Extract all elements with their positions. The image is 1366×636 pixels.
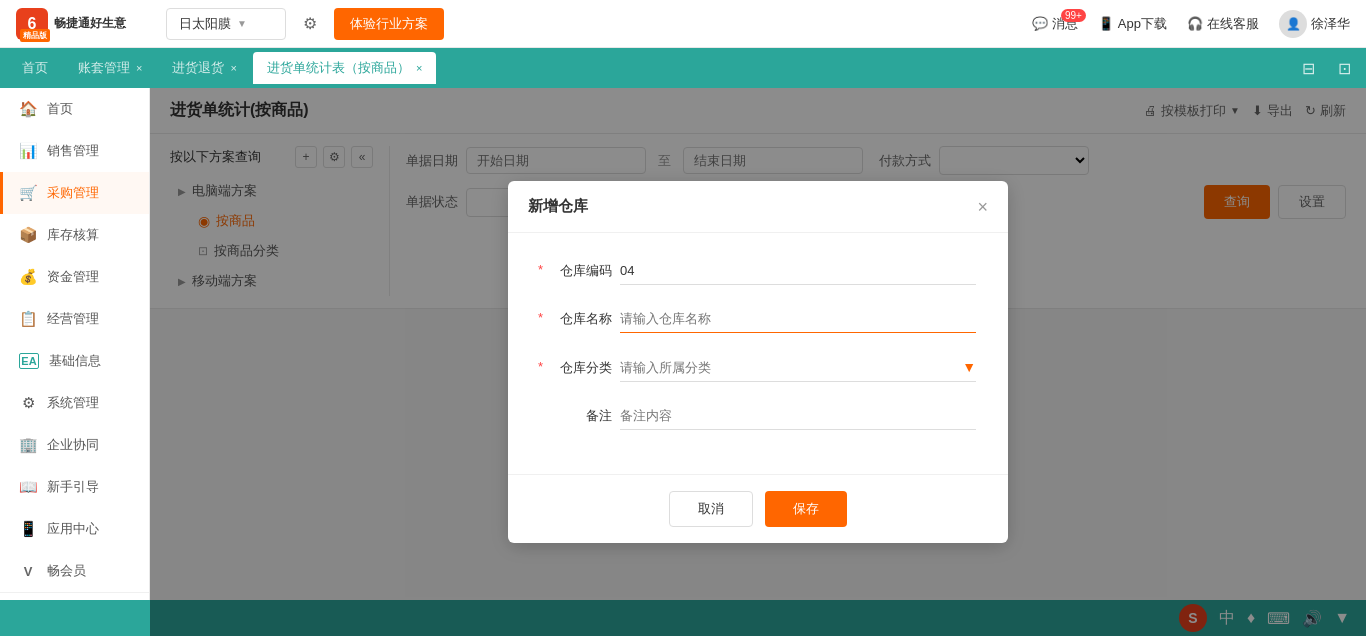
sidebar: 🏠 首页 📊 销售管理 🛒 采购管理 📦 库存核算 💰 资金管理 📋 经营管理 … [0, 88, 150, 636]
warehouse-code-input[interactable] [620, 257, 976, 285]
new-warehouse-modal: 新增仓库 × 仓库编码 仓库名称 [508, 181, 1008, 543]
modal-overlay[interactable]: 新增仓库 × 仓库编码 仓库名称 [150, 88, 1366, 636]
form-row-note: 备注 [540, 402, 976, 430]
category-dropdown-icon[interactable]: ▼ [962, 359, 976, 375]
sidebar-item-operation[interactable]: 📋 经营管理 [0, 298, 149, 340]
home-icon: 🏠 [19, 100, 37, 118]
headset-icon: 🎧 [1187, 16, 1203, 31]
warehouse-name-input[interactable] [620, 305, 976, 333]
settings-button[interactable]: ⚙ [294, 8, 326, 40]
phone-icon: 📱 [1098, 16, 1114, 31]
modal-title: 新增仓库 [528, 197, 588, 216]
purchase-icon: 🛒 [19, 184, 37, 202]
guide-icon: 📖 [19, 478, 37, 496]
category-label: 仓库分类 [540, 359, 620, 377]
logo-text: 畅捷通好生意 [54, 16, 126, 30]
tab-actions: ⊟ ⊡ [1294, 54, 1358, 82]
cancel-button[interactable]: 取消 [669, 491, 753, 527]
close-tab-purchase-stats[interactable]: × [416, 62, 422, 74]
tab-account[interactable]: 账套管理 × [64, 52, 156, 84]
code-label: 仓库编码 [540, 262, 620, 280]
user-menu[interactable]: 👤 徐泽华 [1279, 10, 1350, 38]
modal-header: 新增仓库 × [508, 181, 1008, 233]
sidebar-item-member[interactable]: V 畅会员 [0, 550, 149, 592]
tab-purchase-return[interactable]: 进货退货 × [158, 52, 250, 84]
modal-footer: 取消 保存 [508, 474, 1008, 543]
sidebar-item-basic-info[interactable]: EA 基础信息 [0, 340, 149, 382]
sidebar-item-finance[interactable]: 💰 资金管理 [0, 256, 149, 298]
logo-area: 6 精品版 畅捷通好生意 [16, 8, 166, 40]
category-select-wrapper: ▼ [620, 353, 976, 382]
content-area: 进货单统计(按商品) 🖨 按模板打印 ▼ ⬇ 导出 ↻ 刷新 [150, 88, 1366, 636]
message-badge: 99+ [1061, 9, 1086, 22]
category-input[interactable] [620, 360, 962, 375]
tab-purchase-stats[interactable]: 进货单统计表（按商品） × [253, 52, 436, 84]
note-label: 备注 [540, 407, 620, 425]
modal-body: 仓库编码 仓库名称 仓库分类 [508, 233, 1008, 474]
sidebar-item-sales[interactable]: 📊 销售管理 [0, 130, 149, 172]
online-service-button[interactable]: 🎧 在线客服 [1187, 15, 1259, 33]
finance-icon: 💰 [19, 268, 37, 286]
close-tab-account[interactable]: × [136, 62, 142, 74]
sidebar-item-home[interactable]: 🏠 首页 [0, 88, 149, 130]
store-dropdown-arrow: ▼ [237, 18, 247, 29]
form-row-category: 仓库分类 ▼ [540, 353, 976, 382]
message-button[interactable]: 💬 消息 99+ [1032, 15, 1078, 33]
enterprise-icon: 🏢 [19, 436, 37, 454]
trial-button[interactable]: 体验行业方案 [334, 8, 444, 40]
message-icon: 💬 [1032, 16, 1048, 31]
sidebar-item-inventory[interactable]: 📦 库存核算 [0, 214, 149, 256]
header-right: 💬 消息 99+ 📱 App下载 🎧 在线客服 👤 徐泽华 [1032, 10, 1350, 38]
main-layout: 🏠 首页 📊 销售管理 🛒 采购管理 📦 库存核算 💰 资金管理 📋 经营管理 … [0, 88, 1366, 636]
app-download-button[interactable]: 📱 App下载 [1098, 15, 1167, 33]
note-input[interactable] [620, 402, 976, 430]
sidebar-item-enterprise[interactable]: 🏢 企业协同 [0, 424, 149, 466]
logo-badge: 精品版 [20, 29, 50, 42]
sidebar-item-system[interactable]: ⚙ 系统管理 [0, 382, 149, 424]
operation-icon: 📋 [19, 310, 37, 328]
sales-icon: 📊 [19, 142, 37, 160]
tab-collapse-button[interactable]: ⊟ [1294, 54, 1322, 82]
save-button[interactable]: 保存 [765, 491, 847, 527]
sidebar-item-guide[interactable]: 📖 新手引导 [0, 466, 149, 508]
system-icon: ⚙ [19, 394, 37, 412]
tab-expand-button[interactable]: ⊡ [1330, 54, 1358, 82]
member-icon: V [19, 562, 37, 580]
logo-icon: 6 精品版 [16, 8, 48, 40]
tab-home[interactable]: 首页 [8, 52, 62, 84]
basic-info-icon: EA [19, 353, 39, 369]
sidebar-item-purchase[interactable]: 🛒 采购管理 [0, 172, 149, 214]
inventory-icon: 📦 [19, 226, 37, 244]
modal-close-button[interactable]: × [977, 198, 988, 216]
close-tab-purchase-return[interactable]: × [230, 62, 236, 74]
store-selector[interactable]: 日太阳膜 ▼ [166, 8, 286, 40]
form-row-code: 仓库编码 [540, 257, 976, 285]
name-label: 仓库名称 [540, 310, 620, 328]
apps-icon: 📱 [19, 520, 37, 538]
tab-bar: 首页 账套管理 × 进货退货 × 进货单统计表（按商品） × ⊟ ⊡ [0, 48, 1366, 88]
sidebar-item-apps[interactable]: 📱 应用中心 [0, 508, 149, 550]
user-avatar: 👤 [1279, 10, 1307, 38]
top-header: 6 精品版 畅捷通好生意 日太阳膜 ▼ ⚙ 体验行业方案 💬 消息 99+ 📱 … [0, 0, 1366, 48]
form-row-name: 仓库名称 [540, 305, 976, 333]
